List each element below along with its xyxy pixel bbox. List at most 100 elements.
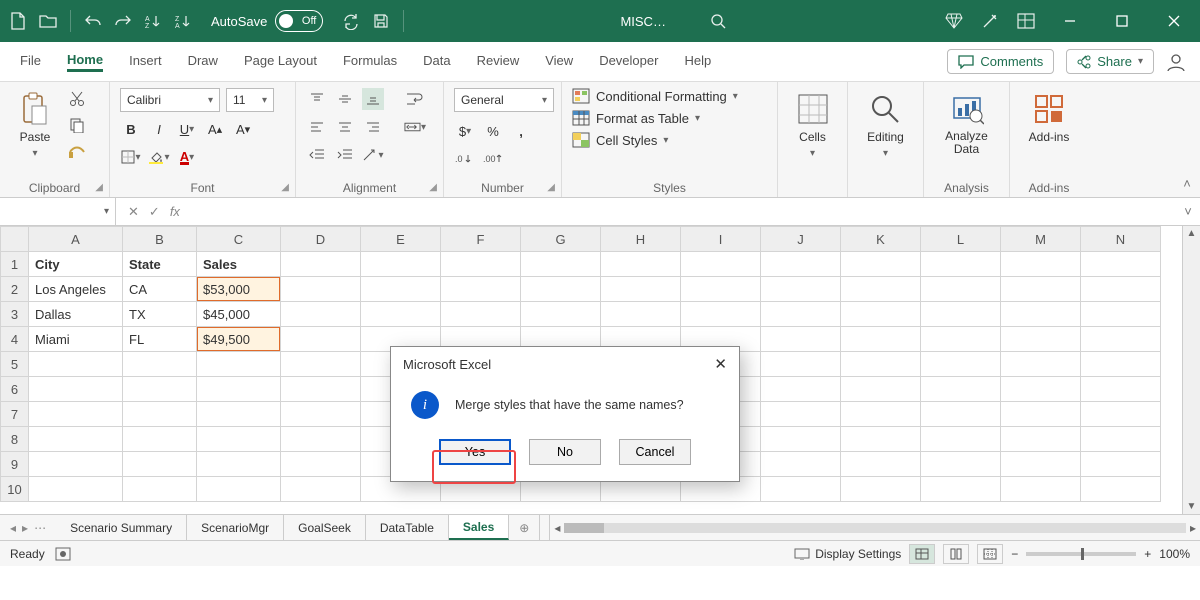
comma-icon[interactable]: , — [510, 120, 532, 142]
cell[interactable] — [841, 277, 921, 302]
cell[interactable] — [281, 477, 361, 502]
row-header[interactable]: 6 — [1, 377, 29, 402]
cell[interactable] — [761, 352, 841, 377]
cell[interactable] — [29, 352, 123, 377]
currency-icon[interactable]: $▾ — [454, 120, 476, 142]
sheet-tab[interactable]: GoalSeek — [284, 515, 366, 540]
row-header[interactable]: 8 — [1, 427, 29, 452]
col-header[interactable]: C — [197, 227, 281, 252]
dialog-close-button[interactable]: ✕ — [714, 355, 727, 373]
format-as-table-button[interactable]: Format as Table▾ — [572, 110, 767, 126]
addins-button[interactable]: Add-ins — [1021, 88, 1078, 148]
sync-icon[interactable] — [339, 9, 363, 33]
cell[interactable] — [1081, 427, 1161, 452]
cell[interactable] — [1081, 402, 1161, 427]
cell[interactable] — [441, 302, 521, 327]
add-sheet-button[interactable]: ⊕ — [509, 515, 539, 540]
cell[interactable] — [29, 452, 123, 477]
cell[interactable] — [197, 402, 281, 427]
col-header[interactable]: H — [601, 227, 681, 252]
cell[interactable] — [361, 302, 441, 327]
cell[interactable] — [1001, 377, 1081, 402]
sheet-tab[interactable]: Scenario Summary — [56, 515, 187, 540]
vertical-scrollbar[interactable]: ▲ ▼ — [1182, 226, 1200, 514]
col-header[interactable]: M — [1001, 227, 1081, 252]
cell[interactable] — [123, 352, 197, 377]
redo-icon[interactable] — [111, 9, 135, 33]
tab-file[interactable]: File — [20, 53, 41, 70]
undo-icon[interactable] — [81, 9, 105, 33]
percent-icon[interactable]: % — [482, 120, 504, 142]
underline-button[interactable]: U▾ — [176, 118, 198, 140]
cell[interactable] — [197, 427, 281, 452]
row-header[interactable]: 10 — [1, 477, 29, 502]
cell[interactable] — [197, 477, 281, 502]
decrease-decimal-icon[interactable]: .00 — [482, 148, 504, 170]
row-header[interactable]: 9 — [1, 452, 29, 477]
tab-review[interactable]: Review — [477, 53, 520, 70]
sort-desc-icon[interactable]: ZA — [171, 9, 195, 33]
col-header[interactable]: N — [1081, 227, 1161, 252]
cell[interactable] — [601, 252, 681, 277]
cell[interactable] — [921, 377, 1001, 402]
sheet-nav-next-icon[interactable]: ▸ — [22, 521, 28, 535]
cell[interactable] — [841, 352, 921, 377]
cell[interactable] — [1081, 327, 1161, 352]
share-button[interactable]: Share ▾ — [1066, 49, 1154, 74]
tab-home[interactable]: Home — [67, 52, 103, 72]
cell[interactable] — [761, 277, 841, 302]
cell[interactable] — [761, 252, 841, 277]
cell[interactable] — [1081, 477, 1161, 502]
sheet-nav-prev-icon[interactable]: ◂ — [10, 521, 16, 535]
minimize-button[interactable] — [1050, 6, 1090, 36]
zoom-out-button[interactable]: − — [1011, 547, 1018, 561]
cell[interactable] — [281, 402, 361, 427]
increase-font-icon[interactable]: A▴ — [204, 118, 226, 140]
decrease-font-icon[interactable]: A▾ — [232, 118, 254, 140]
cell[interactable] — [921, 352, 1001, 377]
sheet-nav-more-icon[interactable]: ⋯ — [34, 521, 46, 535]
cell[interactable] — [281, 427, 361, 452]
cell[interactable] — [1001, 477, 1081, 502]
autosave-toggle[interactable]: AutoSave Off — [211, 10, 323, 32]
row-header[interactable]: 2 — [1, 277, 29, 302]
decrease-indent-icon[interactable] — [306, 144, 328, 166]
cell[interactable] — [123, 377, 197, 402]
col-header[interactable]: F — [441, 227, 521, 252]
tab-developer[interactable]: Developer — [599, 53, 658, 70]
cell[interactable] — [921, 477, 1001, 502]
tab-insert[interactable]: Insert — [129, 53, 162, 70]
cell[interactable] — [281, 277, 361, 302]
analyze-data-button[interactable]: Analyze Data — [934, 88, 999, 160]
maximize-button[interactable] — [1102, 6, 1142, 36]
cell[interactable] — [197, 377, 281, 402]
search-icon[interactable] — [706, 9, 730, 33]
wrap-text-icon[interactable] — [404, 88, 426, 110]
close-button[interactable] — [1154, 6, 1194, 36]
cell[interactable]: City — [29, 252, 123, 277]
col-header[interactable]: K — [841, 227, 921, 252]
cell[interactable] — [281, 327, 361, 352]
cell[interactable] — [29, 477, 123, 502]
cell-styles-button[interactable]: Cell Styles▾ — [572, 132, 767, 148]
open-file-icon[interactable] — [36, 9, 60, 33]
align-right-icon[interactable] — [362, 116, 384, 138]
zoom-in-button[interactable]: + — [1144, 547, 1151, 561]
cell[interactable] — [841, 252, 921, 277]
align-left-icon[interactable] — [306, 116, 328, 138]
page-layout-view-button[interactable] — [943, 544, 969, 564]
cell[interactable] — [921, 277, 1001, 302]
cell[interactable] — [123, 427, 197, 452]
tab-help[interactable]: Help — [684, 53, 711, 70]
cell[interactable] — [361, 252, 441, 277]
cell[interactable] — [841, 427, 921, 452]
wand-icon[interactable] — [978, 9, 1002, 33]
cell[interactable] — [361, 277, 441, 302]
align-center-icon[interactable] — [334, 116, 356, 138]
dialog-launcher-icon[interactable]: ◢ — [281, 182, 289, 193]
cell[interactable] — [841, 402, 921, 427]
editing-button[interactable]: Editing▾ — [859, 88, 912, 163]
cell[interactable] — [521, 252, 601, 277]
tab-page-layout[interactable]: Page Layout — [244, 53, 317, 70]
merge-center-icon[interactable]: ▾ — [404, 116, 426, 138]
